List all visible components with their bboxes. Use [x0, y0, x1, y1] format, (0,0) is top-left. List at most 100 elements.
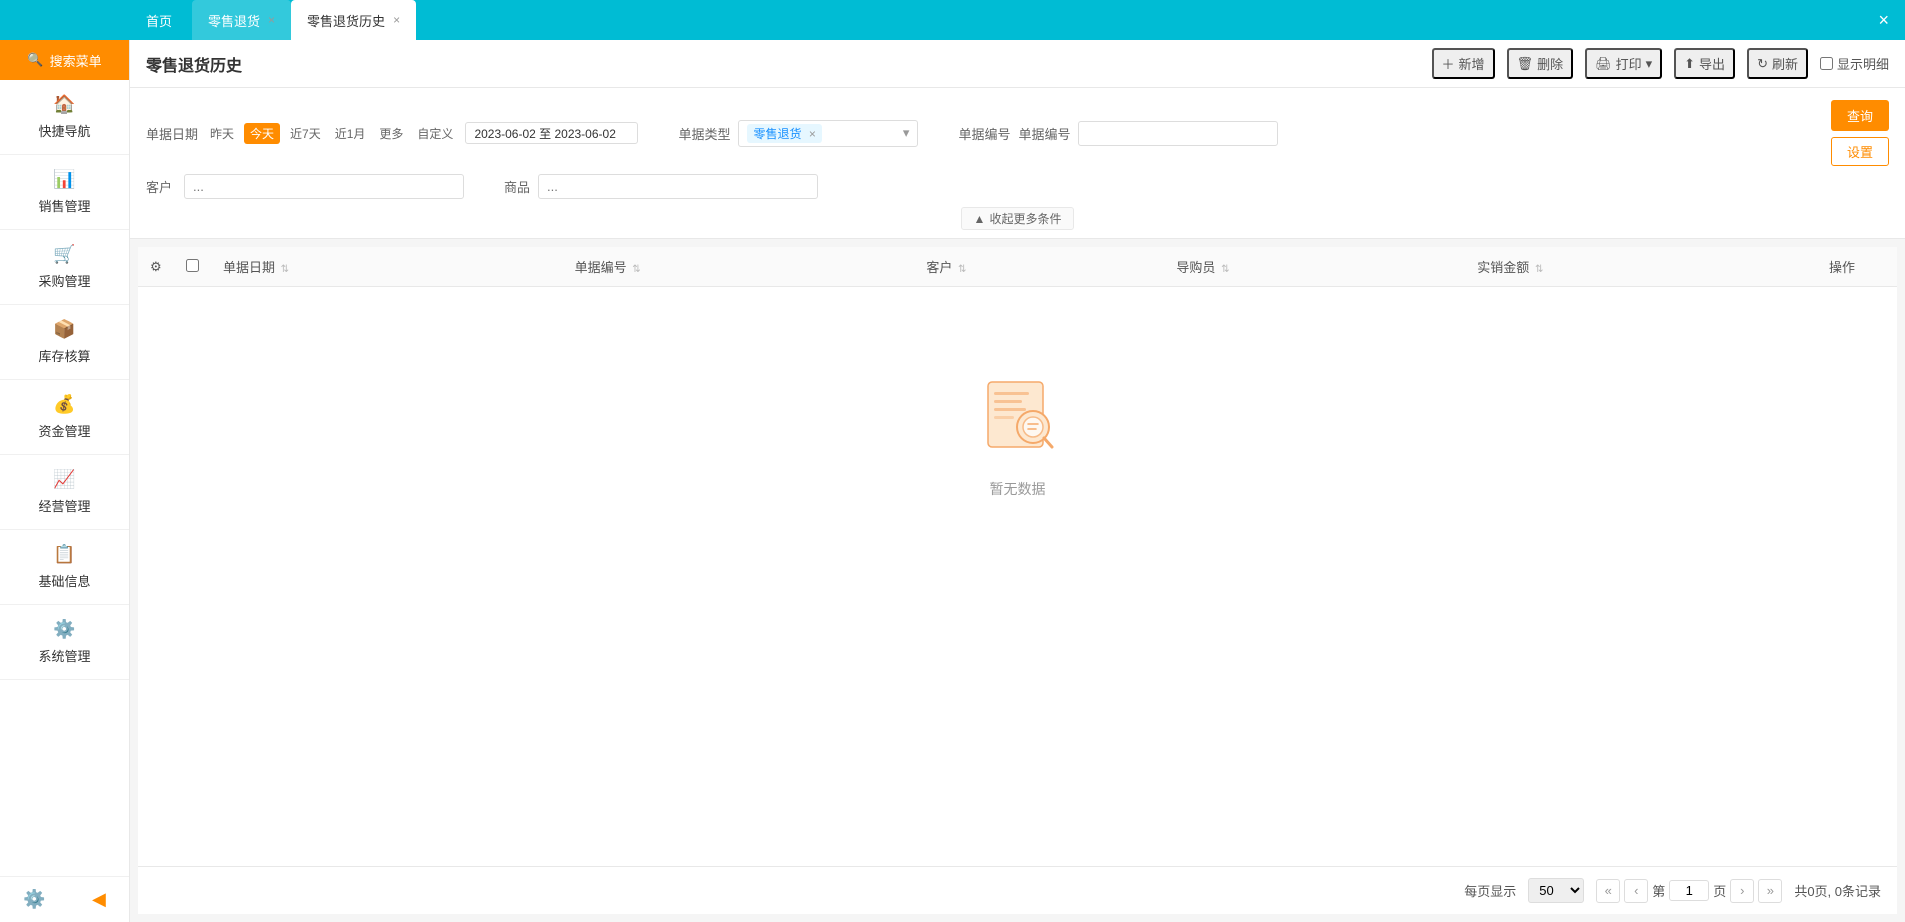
page-num-input[interactable]: [1669, 880, 1709, 901]
th-check[interactable]: [174, 247, 211, 287]
filter-row-2: 客户 商品: [146, 174, 1889, 199]
th-actions-label: 操作: [1829, 260, 1855, 275]
sidebar-item-basic-info[interactable]: 📋 基础信息: [0, 530, 129, 605]
date-btn-1month[interactable]: 近1月: [331, 123, 370, 144]
basic-info-icon: 📋: [53, 544, 75, 565]
page-nav: « ‹ 第 页 › »: [1596, 879, 1782, 903]
th-guide-label: 导购员: [1176, 260, 1215, 275]
show-detail-checkbox[interactable]: [1820, 57, 1833, 70]
th-settings[interactable]: ⚙: [138, 247, 174, 287]
show-detail-label: 显示明细: [1837, 54, 1889, 73]
prev-page-button[interactable]: ‹: [1624, 879, 1648, 903]
tab-retail-return-history[interactable]: 零售退货历史 ×: [291, 0, 416, 40]
table-area: ⚙ 单据日期 ⇅ 单据编号 ⇅ 客户: [138, 247, 1897, 866]
customer-filter-label: 客户: [146, 177, 176, 196]
refresh-label: 刷新: [1772, 54, 1798, 73]
sidebar-item-operations-label: 经营管理: [38, 496, 90, 515]
sidebar-item-purchase-mgmt[interactable]: 🛒 采购管理: [0, 230, 129, 305]
sidebar-item-inventory[interactable]: 📦 库存核算: [0, 305, 129, 380]
add-label: 新增: [1459, 54, 1485, 73]
top-bar: 首页 零售退货 × 零售退货历史 × ×: [0, 0, 1905, 40]
th-customer-label: 客户: [926, 260, 952, 275]
date-btn-today[interactable]: 今天: [244, 123, 280, 144]
home-icon: 🏠: [53, 94, 75, 115]
goods-filter-input[interactable]: [538, 174, 818, 199]
type-tag: 零售退货 ×: [747, 124, 821, 143]
export-button[interactable]: ⬆ 导出: [1674, 48, 1735, 79]
empty-state: 暂无数据: [138, 287, 1897, 579]
date-btn-more[interactable]: 更多: [375, 123, 407, 144]
th-date: 单据日期 ⇅: [211, 247, 563, 287]
refresh-button[interactable]: ↻ 刷新: [1747, 48, 1808, 79]
collapse-button[interactable]: ▲ 收起更多条件: [961, 207, 1075, 230]
add-button[interactable]: ＋ 新增: [1432, 48, 1495, 79]
type-filter-label: 单据类型: [678, 124, 730, 143]
table-header-row: ⚙ 单据日期 ⇅ 单据编号 ⇅ 客户: [138, 247, 1897, 287]
tab-retail-return-close[interactable]: ×: [268, 13, 275, 27]
page-actions: ＋ 新增 🗑 删除 🖨 打印 ▾ ⬆ 导出 ↻ 刷新: [1432, 48, 1889, 79]
page-title: 零售退货历史: [146, 52, 1432, 76]
delete-label: 删除: [1537, 54, 1563, 73]
th-amount-sort-icon[interactable]: ⇅: [1535, 264, 1543, 275]
sidebar-item-system[interactable]: ⚙️ 系统管理: [0, 605, 129, 680]
sidebar-item-quick-nav[interactable]: 🏠 快捷导航: [0, 80, 129, 155]
th-actions: 操作: [1817, 247, 1897, 287]
type-tag-remove[interactable]: ×: [809, 127, 816, 141]
th-num-label: 单据编号: [575, 260, 627, 275]
collapse-label: 收起更多条件: [989, 210, 1061, 227]
collapse-row: ▲ 收起更多条件: [146, 207, 1889, 230]
window-close-button[interactable]: ×: [1878, 10, 1889, 31]
page-header: 零售退货历史 ＋ 新增 🗑 删除 🖨 打印 ▾ ⬆ 导出: [130, 40, 1905, 88]
show-detail-checkbox-label[interactable]: 显示明细: [1820, 54, 1889, 73]
type-filter-select[interactable]: 零售退货 × ▾: [738, 120, 918, 147]
setting-button[interactable]: 设置: [1831, 137, 1889, 166]
date-quick-buttons: 昨天 今天 近7天 近1月 更多 自定义: [206, 123, 457, 144]
sidebar-item-sales-mgmt[interactable]: 📊 销售管理: [0, 155, 129, 230]
date-range-input[interactable]: [465, 122, 638, 144]
th-num-sort-icon[interactable]: ⇅: [632, 264, 640, 275]
settings-gear-icon[interactable]: ⚙️: [23, 889, 45, 910]
type-select-arrow-icon: ▾: [903, 125, 910, 141]
print-arrow-icon: ▾: [1646, 56, 1653, 72]
delete-icon: 🗑: [1517, 56, 1534, 72]
first-page-button[interactable]: «: [1596, 879, 1620, 903]
query-button[interactable]: 查询: [1831, 100, 1889, 131]
date-btn-yesterday[interactable]: 昨天: [206, 123, 238, 144]
collapse-sidebar-icon[interactable]: ◀: [92, 889, 106, 910]
date-btn-7days[interactable]: 近7天: [286, 123, 325, 144]
th-customer-sort-icon[interactable]: ⇅: [958, 264, 966, 275]
print-icon: 🖨: [1595, 56, 1612, 72]
purchase-icon: 🛒: [53, 244, 75, 265]
tab-home-label: 首页: [146, 11, 172, 30]
th-customer: 客户 ⇅: [914, 247, 1164, 287]
customer-filter-input[interactable]: [184, 174, 464, 199]
sidebar-bottom: ⚙️ ◀: [0, 876, 129, 922]
delete-button[interactable]: 🗑 删除: [1507, 48, 1574, 79]
inventory-icon: 📦: [53, 319, 75, 340]
date-btn-custom[interactable]: 自定义: [413, 123, 457, 144]
sidebar: 🔍 搜索菜单 🏠 快捷导航 📊 销售管理 🛒 采购管理 📦 库存核算 💰 资金管…: [0, 40, 130, 922]
select-all-checkbox[interactable]: [186, 259, 199, 272]
sidebar-item-inventory-label: 库存核算: [38, 346, 90, 365]
sidebar-search[interactable]: 🔍 搜索菜单: [0, 40, 129, 80]
th-date-sort-icon[interactable]: ⇅: [281, 264, 289, 275]
print-button[interactable]: 🖨 打印 ▾: [1585, 48, 1662, 79]
next-page-button[interactable]: ›: [1730, 879, 1754, 903]
tab-home[interactable]: 首页: [130, 0, 188, 40]
last-page-button[interactable]: »: [1758, 879, 1782, 903]
th-guide-sort-icon[interactable]: ⇅: [1221, 264, 1229, 275]
num-filter-input[interactable]: [1078, 121, 1278, 146]
page-size-select[interactable]: 50 10 20 100: [1528, 878, 1584, 903]
sidebar-item-finance[interactable]: 💰 资金管理: [0, 380, 129, 455]
collapse-up-icon: ▲: [974, 212, 986, 226]
page-label-prefix: 第: [1652, 881, 1665, 900]
th-date-label: 单据日期: [223, 260, 275, 275]
sidebar-item-system-label: 系统管理: [38, 646, 90, 665]
add-icon: ＋: [1442, 54, 1455, 73]
content-area: 零售退货历史 ＋ 新增 🗑 删除 🖨 打印 ▾ ⬆ 导出: [130, 40, 1905, 922]
num-filter-label: 单据编号: [958, 124, 1010, 143]
tab-retail-return-history-close[interactable]: ×: [393, 13, 400, 27]
sidebar-item-finance-label: 资金管理: [38, 421, 90, 440]
tab-retail-return[interactable]: 零售退货 ×: [192, 0, 291, 40]
sidebar-item-operations[interactable]: 📈 经营管理: [0, 455, 129, 530]
